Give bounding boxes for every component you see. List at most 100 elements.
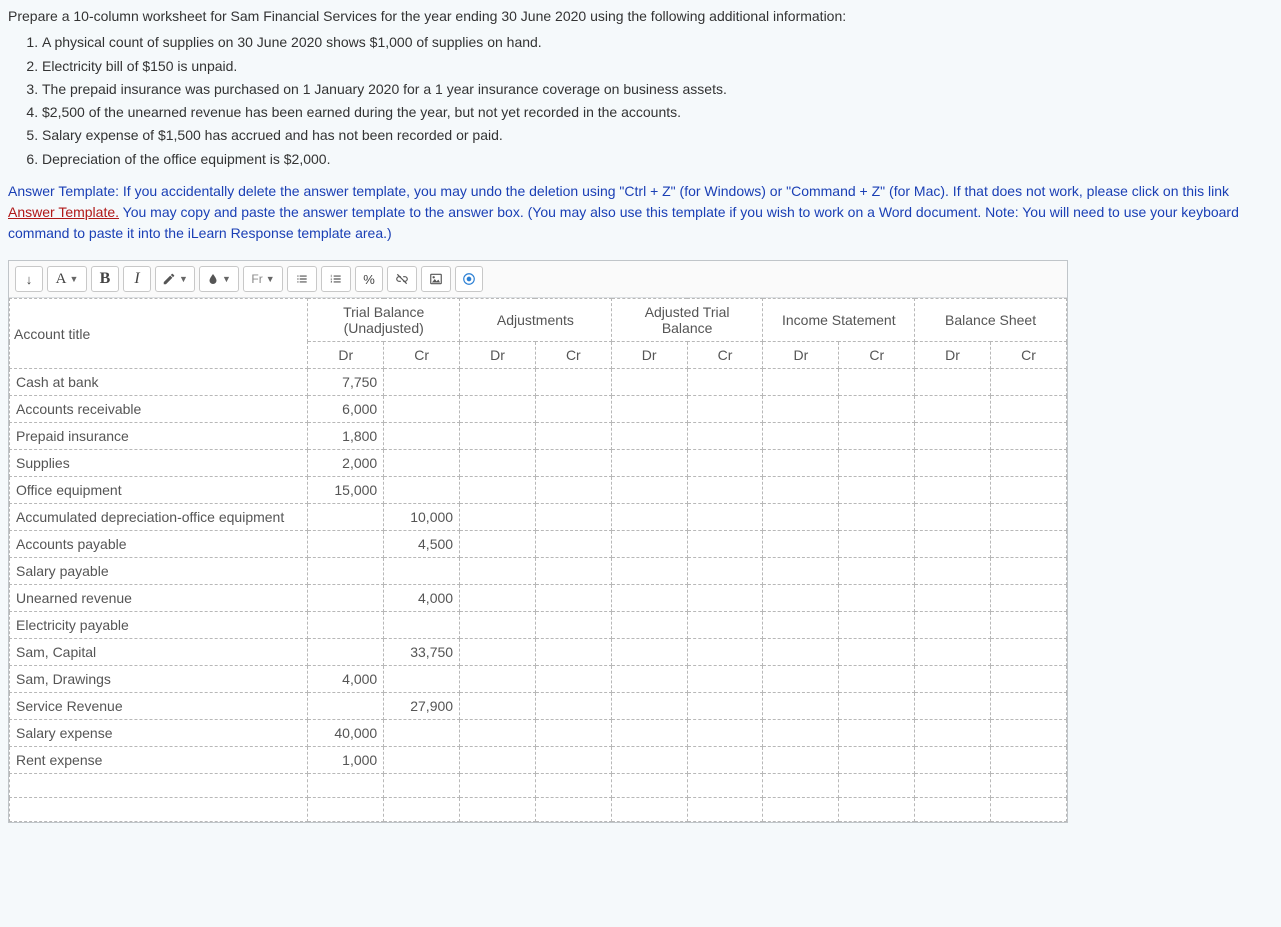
data-cell[interactable]: 27,900 (384, 693, 460, 720)
data-cell[interactable] (460, 774, 536, 798)
data-cell[interactable] (990, 720, 1066, 747)
data-cell[interactable] (990, 558, 1066, 585)
data-cell[interactable] (384, 747, 460, 774)
data-cell[interactable] (763, 504, 839, 531)
account-name-cell[interactable]: Salary payable (10, 558, 308, 585)
data-cell[interactable] (535, 477, 611, 504)
data-cell[interactable] (535, 585, 611, 612)
data-cell[interactable] (990, 774, 1066, 798)
data-cell[interactable] (839, 693, 915, 720)
data-cell[interactable] (460, 504, 536, 531)
data-cell[interactable] (839, 612, 915, 639)
data-cell[interactable] (308, 558, 384, 585)
data-cell[interactable] (763, 369, 839, 396)
data-cell[interactable] (460, 585, 536, 612)
data-cell[interactable] (763, 747, 839, 774)
data-cell[interactable] (535, 639, 611, 666)
data-cell[interactable] (611, 558, 687, 585)
data-cell[interactable] (915, 477, 991, 504)
data-cell[interactable] (763, 585, 839, 612)
data-cell[interactable] (460, 396, 536, 423)
data-cell[interactable] (687, 747, 763, 774)
data-cell[interactable] (687, 477, 763, 504)
data-cell[interactable] (990, 504, 1066, 531)
data-cell[interactable] (990, 639, 1066, 666)
data-cell[interactable] (460, 747, 536, 774)
data-cell[interactable] (611, 774, 687, 798)
data-cell[interactable] (611, 693, 687, 720)
account-name-cell[interactable]: Unearned revenue (10, 585, 308, 612)
data-cell[interactable]: 10,000 (384, 504, 460, 531)
data-cell[interactable] (384, 450, 460, 477)
highlighter-button[interactable]: ▼ (155, 266, 195, 292)
data-cell[interactable] (763, 558, 839, 585)
data-cell[interactable] (535, 798, 611, 822)
data-cell[interactable] (687, 639, 763, 666)
data-cell[interactable] (611, 450, 687, 477)
data-cell[interactable] (460, 477, 536, 504)
data-cell[interactable] (763, 450, 839, 477)
data-cell[interactable] (384, 477, 460, 504)
data-cell[interactable] (687, 423, 763, 450)
data-cell[interactable] (687, 585, 763, 612)
data-cell[interactable]: 15,000 (308, 477, 384, 504)
link-button[interactable]: % (355, 266, 383, 292)
account-name-cell[interactable]: Supplies (10, 450, 308, 477)
data-cell[interactable] (839, 639, 915, 666)
data-cell[interactable] (611, 369, 687, 396)
data-cell[interactable]: 2,000 (308, 450, 384, 477)
data-cell[interactable] (611, 477, 687, 504)
data-cell[interactable] (990, 396, 1066, 423)
data-cell[interactable]: 7,750 (308, 369, 384, 396)
data-cell[interactable] (611, 585, 687, 612)
data-cell[interactable] (763, 477, 839, 504)
data-cell[interactable] (915, 558, 991, 585)
data-cell[interactable] (308, 774, 384, 798)
data-cell[interactable] (687, 720, 763, 747)
data-cell[interactable] (839, 531, 915, 558)
paragraph-button[interactable]: ↓ (15, 266, 43, 292)
data-cell[interactable] (915, 693, 991, 720)
data-cell[interactable]: 1,000 (308, 747, 384, 774)
data-cell[interactable] (915, 531, 991, 558)
data-cell[interactable] (763, 423, 839, 450)
data-cell[interactable] (687, 666, 763, 693)
data-cell[interactable] (839, 558, 915, 585)
bold-button[interactable]: B (91, 266, 119, 292)
data-cell[interactable] (839, 477, 915, 504)
data-cell[interactable] (915, 774, 991, 798)
data-cell[interactable] (763, 774, 839, 798)
data-cell[interactable] (535, 369, 611, 396)
account-name-cell[interactable]: Accumulated depreciation-office equipmen… (10, 504, 308, 531)
data-cell[interactable] (763, 666, 839, 693)
data-cell[interactable] (535, 693, 611, 720)
data-cell[interactable] (535, 558, 611, 585)
data-cell[interactable] (915, 396, 991, 423)
data-cell[interactable] (763, 798, 839, 822)
data-cell[interactable] (990, 477, 1066, 504)
data-cell[interactable] (839, 396, 915, 423)
data-cell[interactable] (535, 747, 611, 774)
data-cell[interactable] (990, 612, 1066, 639)
data-cell[interactable] (308, 693, 384, 720)
data-cell[interactable] (763, 612, 839, 639)
data-cell[interactable] (308, 798, 384, 822)
data-cell[interactable] (915, 666, 991, 693)
data-cell[interactable] (687, 693, 763, 720)
data-cell[interactable] (687, 531, 763, 558)
font-family-button[interactable]: Fr ▼ (243, 266, 283, 292)
data-cell[interactable] (687, 396, 763, 423)
data-cell[interactable] (990, 747, 1066, 774)
ordered-list-button[interactable] (321, 266, 351, 292)
data-cell[interactable] (839, 747, 915, 774)
data-cell[interactable] (839, 450, 915, 477)
data-cell[interactable] (763, 639, 839, 666)
data-cell[interactable] (535, 450, 611, 477)
data-cell[interactable] (460, 531, 536, 558)
data-cell[interactable] (384, 369, 460, 396)
data-cell[interactable] (535, 666, 611, 693)
data-cell[interactable] (687, 504, 763, 531)
data-cell[interactable] (460, 558, 536, 585)
data-cell[interactable] (763, 531, 839, 558)
data-cell[interactable] (763, 720, 839, 747)
